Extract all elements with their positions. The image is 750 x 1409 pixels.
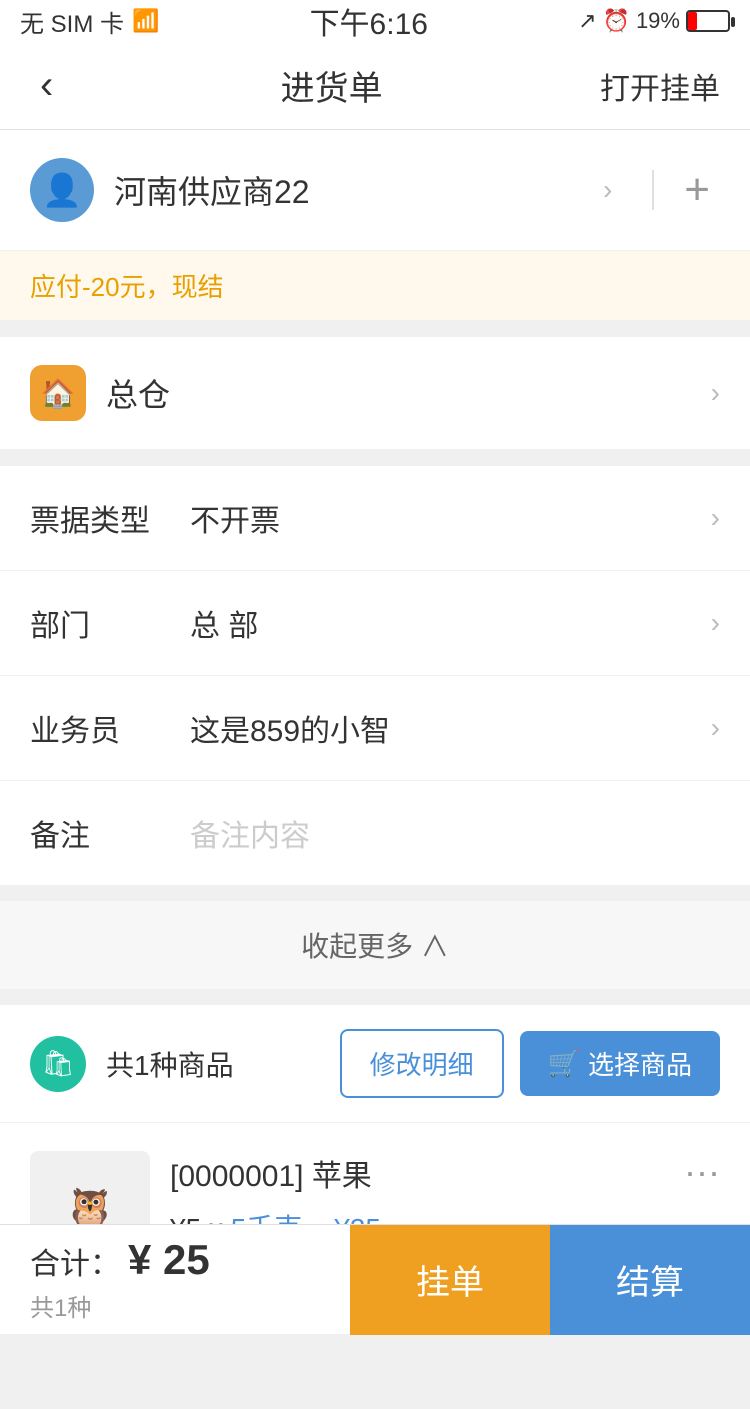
supplier-row[interactable]: 👤 河南供应商22 › + (0, 130, 750, 251)
collapse-toggle[interactable]: 收起更多 ∧ (0, 901, 750, 989)
avatar-icon: 👤 (42, 171, 82, 209)
content: 👤 河南供应商22 › + 应付-20元，现结 🏠 总仓 › 票据类型 不开票 … (0, 130, 750, 1409)
supplier-avatar: 👤 (30, 158, 94, 222)
status-left: 无 SIM 卡 📶 (20, 4, 159, 39)
form-section: 票据类型 不开票 › 部门 总 部 › 业务员 这是859的小智 › 备注 备注… (0, 466, 750, 885)
footer-total-main: 合计： ¥ 25 (30, 1236, 320, 1284)
back-button[interactable]: ‹ (30, 53, 63, 118)
remark-label: 备注 (30, 811, 190, 855)
salesperson-value: 这是859的小智 (190, 706, 711, 750)
open-pending-button[interactable]: 打开挂单 (600, 64, 720, 108)
department-row[interactable]: 部门 总 部 › (0, 571, 750, 676)
status-bar: 无 SIM 卡 📶 下午6:16 ↗ ⏰ 19% (0, 0, 750, 42)
supplier-chevron-icon: › (603, 174, 612, 206)
salesperson-chevron-icon: › (711, 712, 720, 744)
total-amount: ¥ 25 (128, 1236, 210, 1284)
battery-icon (686, 10, 730, 32)
remark-row[interactable]: 备注 备注内容 (0, 781, 750, 885)
select-product-button[interactable]: 🛒 选择商品 (520, 1031, 720, 1096)
notice-banner: 应付-20元，现结 (0, 251, 750, 321)
nav-bar: ‹ 进货单 打开挂单 (0, 42, 750, 130)
cart-icon: 🛒 (548, 1048, 580, 1079)
carrier-label: 无 SIM 卡 (20, 4, 124, 39)
alarm-icon: ⏰ (603, 8, 630, 34)
warehouse-label: 总仓 (106, 370, 711, 416)
warehouse-chevron-icon: › (711, 377, 720, 409)
add-supplier-button[interactable]: + (674, 165, 720, 215)
products-count: 共1种商品 (106, 1044, 340, 1084)
location-icon: ↗ (578, 8, 596, 34)
invoice-type-row[interactable]: 票据类型 不开票 › (0, 466, 750, 571)
suspend-button[interactable]: 挂单 (350, 1225, 550, 1335)
footer-total: 合计： ¥ 25 共1种 (0, 1236, 350, 1323)
warehouse-icon: 🏠 (30, 365, 86, 421)
status-right: ↗ ⏰ 19% (578, 8, 730, 34)
invoice-type-label: 票据类型 (30, 496, 190, 540)
supplier-card: 👤 河南供应商22 › + 应付-20元，现结 (0, 130, 750, 321)
page-title: 进货单 (281, 61, 383, 110)
supplier-divider (652, 170, 654, 210)
invoice-type-value: 不开票 (190, 496, 711, 540)
bottom-footer: 合计： ¥ 25 共1种 挂单 结算 (0, 1224, 750, 1334)
footer-total-sub: 共1种 (30, 1288, 320, 1323)
checkout-button[interactable]: 结算 (550, 1225, 750, 1335)
status-time: 下午6:16 (310, 0, 428, 43)
collapse-label: 收起更多 ∧ (301, 931, 449, 962)
shopping-bag-icon: 🛍 (41, 1048, 74, 1079)
wifi-icon: 📶 (132, 8, 159, 34)
edit-detail-button[interactable]: 修改明细 (340, 1029, 504, 1098)
salesperson-row[interactable]: 业务员 这是859的小智 › (0, 676, 750, 781)
invoice-type-chevron-icon: › (711, 502, 720, 534)
warehouse-card: 🏠 总仓 › (0, 337, 750, 450)
department-chevron-icon: › (711, 607, 720, 639)
department-label: 部门 (30, 601, 190, 645)
total-label: 合计： (30, 1239, 120, 1283)
remark-value: 备注内容 (190, 811, 720, 855)
salesperson-label: 业务员 (30, 706, 190, 750)
products-icon: 🛍 (30, 1036, 86, 1092)
battery-percent: 19% (636, 8, 680, 34)
product-code: [0000001] (170, 1160, 303, 1193)
supplier-name: 河南供应商22 (114, 167, 603, 213)
product-name: [0000001] 苹果 (170, 1151, 664, 1195)
notice-text: 应付-20元，现结 (30, 272, 224, 302)
product-title: 苹果 (312, 1160, 372, 1193)
products-header: 🛍 共1种商品 修改明细 🛒 选择商品 (0, 1005, 750, 1123)
department-value: 总 部 (190, 601, 711, 645)
select-product-label: 选择商品 (588, 1045, 692, 1082)
warehouse-row[interactable]: 🏠 总仓 › (0, 337, 750, 450)
product-menu-button[interactable]: ··· (684, 1151, 720, 1193)
